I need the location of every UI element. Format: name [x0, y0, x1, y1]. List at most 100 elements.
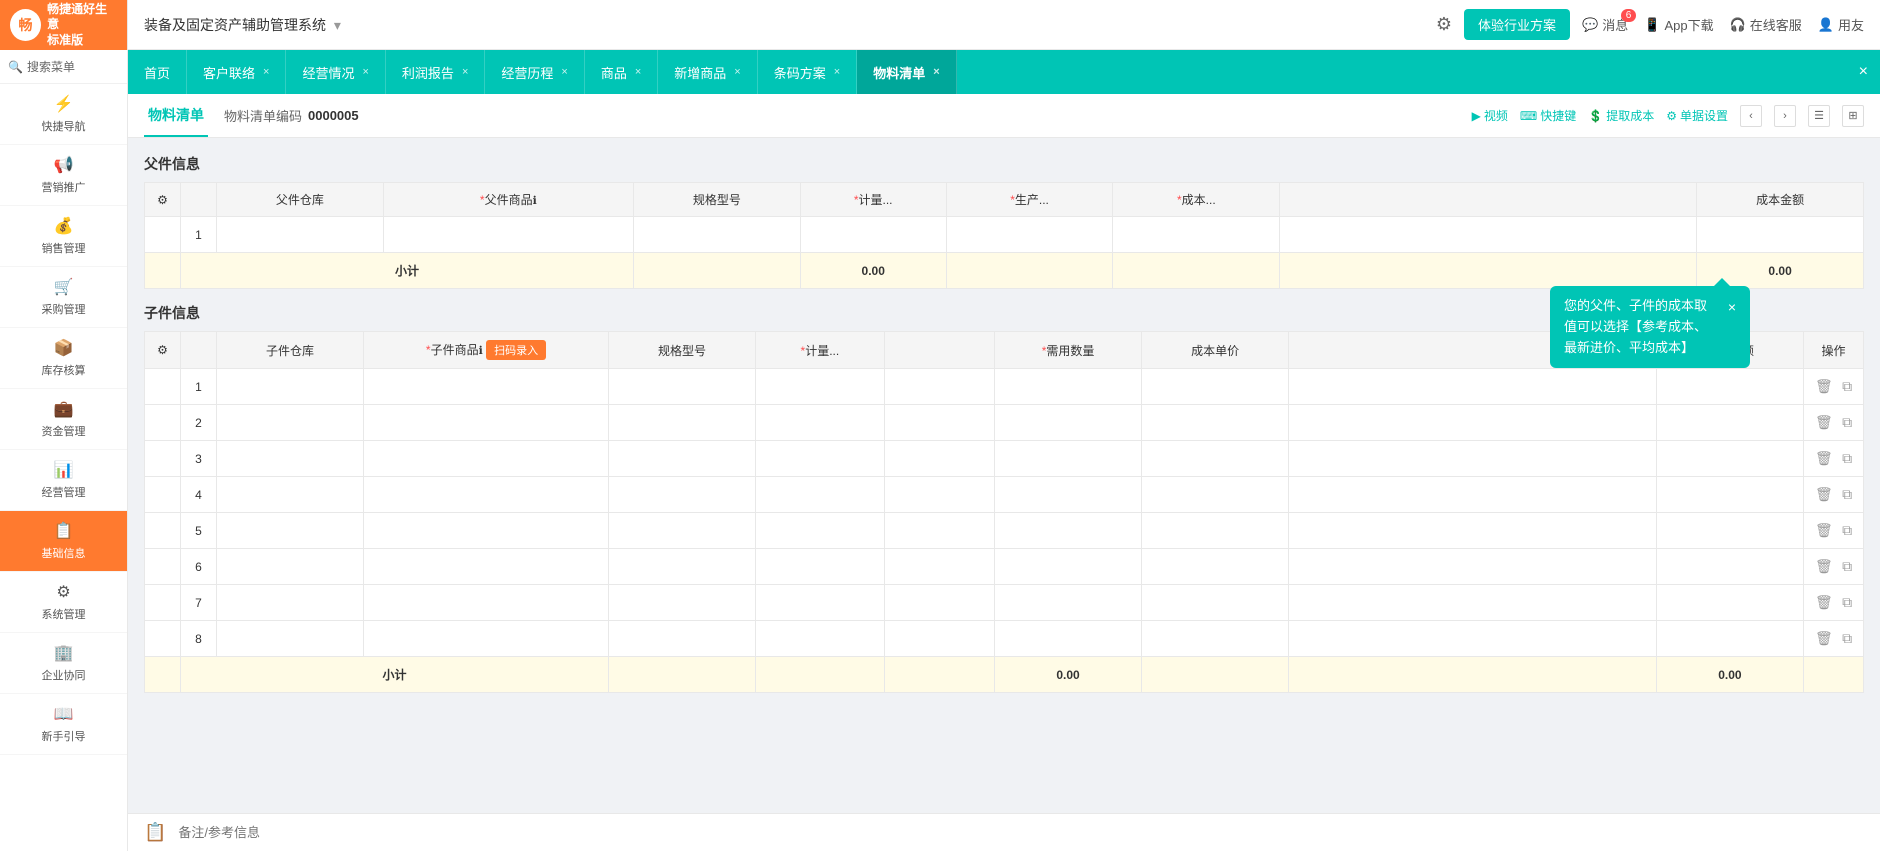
note-input[interactable] — [178, 825, 1864, 840]
copy-row-button[interactable]: ⧉ — [1839, 592, 1855, 613]
child-info-table: ⚙ 子件仓库 *子件商品ℹ 扫码录入 规格型号 *计量... *需用数量 成本单… — [144, 331, 1864, 693]
child-row-spec[interactable] — [608, 369, 755, 405]
parent-row-unit[interactable] — [800, 217, 946, 253]
copy-row-button[interactable]: ⧉ — [1839, 484, 1855, 505]
tab-close-icon[interactable]: × — [362, 66, 368, 78]
tab-goods[interactable]: 商品× — [585, 50, 658, 94]
settings-gear-icon[interactable]: ⚙ — [1436, 14, 1452, 35]
sidebar-item-label: 企业协同 — [42, 667, 86, 683]
enterprise-icon: 🏢 — [54, 643, 74, 663]
trial-button[interactable]: 体验行业方案 — [1464, 9, 1570, 40]
sidebar-item-inventory[interactable]: 📦 库存核算 — [0, 328, 127, 389]
tab-add-goods[interactable]: 新增商品× — [658, 50, 757, 94]
sidebar-item-label: 系统管理 — [42, 606, 86, 622]
user-avatar-icon: 👤 — [1818, 17, 1834, 33]
parent-row-spec[interactable] — [633, 217, 800, 253]
tab-barcode[interactable]: 条码方案× — [758, 50, 857, 94]
tab-close-icon[interactable]: × — [933, 66, 939, 78]
sub-tab-bom-list[interactable]: 物料清单 — [144, 94, 208, 137]
delete-row-button[interactable]: 🗑 — [1812, 556, 1836, 577]
parent-col-settings[interactable]: ⚙ — [145, 183, 181, 217]
child-row-filler1 — [884, 369, 994, 405]
sidebar-item-guide[interactable]: 📖 新手引导 — [0, 694, 127, 755]
parent-row-amount — [1697, 217, 1864, 253]
child-row: 3 🗑 ⧉ — [145, 441, 1864, 477]
child-row-warehouse[interactable] — [217, 369, 364, 405]
parent-row-production[interactable] — [946, 217, 1113, 253]
sidebar-item-basic-info[interactable]: 📋 基础信息 — [0, 511, 127, 572]
tab-business-history[interactable]: 经营历程× — [485, 50, 584, 94]
copy-row-button[interactable]: ⧉ — [1839, 376, 1855, 397]
basic-info-icon: 📋 — [54, 521, 74, 541]
app-download-button[interactable]: 📱 App下载 — [1644, 15, 1713, 34]
parent-row-product[interactable] — [383, 217, 633, 253]
user-menu-button[interactable]: 👤 用友 — [1818, 15, 1864, 34]
document-settings-button[interactable]: ⚙ 单据设置 — [1666, 107, 1728, 124]
close-all-tabs-button[interactable]: × — [1847, 63, 1880, 81]
child-row: 4 🗑 ⧉ — [145, 477, 1864, 513]
copy-row-button[interactable]: ⧉ — [1839, 448, 1855, 469]
delete-row-button[interactable]: 🗑 — [1812, 592, 1836, 613]
parent-col-cost: *成本... — [1113, 183, 1280, 217]
sidebar-item-marketing[interactable]: 📢 营销推广 — [0, 145, 127, 206]
tab-close-icon[interactable]: × — [462, 66, 468, 78]
tab-bom[interactable]: 物料清单× — [857, 50, 956, 94]
copy-row-button[interactable]: ⧉ — [1839, 556, 1855, 577]
cost-icon: 💲 — [1588, 109, 1603, 123]
copy-row-button[interactable]: ⧉ — [1839, 628, 1855, 649]
message-button[interactable]: 💬 消息 6 — [1582, 15, 1628, 34]
delete-row-button[interactable]: 🗑 — [1812, 520, 1836, 541]
sidebar-item-purchase[interactable]: 🛒 采购管理 — [0, 267, 127, 328]
expand-button[interactable]: ⊞ — [1842, 105, 1864, 127]
child-row-price[interactable] — [1142, 369, 1289, 405]
tab-close-icon[interactable]: × — [635, 66, 641, 78]
delete-row-button[interactable]: 🗑 — [1812, 412, 1836, 433]
next-page-button[interactable]: › — [1774, 105, 1796, 127]
scan-input-button[interactable]: 扫码录入 — [486, 340, 546, 360]
child-row: 1 🗑 ⧉ — [145, 369, 1864, 405]
copy-row-button[interactable]: ⧉ — [1839, 520, 1855, 541]
search-menu[interactable]: 🔍 搜索菜单 — [0, 50, 127, 84]
sidebar-item-quick-nav[interactable]: ⚡ 快捷导航 — [0, 84, 127, 145]
child-row-product[interactable] — [364, 369, 609, 405]
sidebar-item-system[interactable]: ⚙ 系统管理 — [0, 572, 127, 633]
sub-header-actions: ▶ 视频 ⌨ 快捷键 💲 提取成本 ⚙ 单据设置 ‹ › ☰ ⊞ — [1472, 105, 1864, 127]
sidebar-item-enterprise[interactable]: 🏢 企业协同 — [0, 633, 127, 694]
view-video-button[interactable]: ▶ 视频 — [1472, 107, 1508, 124]
tab-close-icon[interactable]: × — [834, 66, 840, 78]
prev-page-button[interactable]: ‹ — [1740, 105, 1762, 127]
sidebar-item-finance[interactable]: 💼 资金管理 — [0, 389, 127, 450]
tab-customer[interactable]: 客户联络× — [187, 50, 286, 94]
copy-row-button[interactable]: ⧉ — [1839, 412, 1855, 433]
child-row-unit[interactable] — [756, 369, 885, 405]
tab-home[interactable]: 首页 — [128, 50, 187, 94]
bom-code-value: 0000005 — [308, 108, 359, 123]
online-service-button[interactable]: 🎧 在线客服 — [1730, 15, 1802, 34]
delete-row-button[interactable]: 🗑 — [1812, 376, 1836, 397]
app-icon: 📱 — [1644, 17, 1660, 33]
child-row-qty[interactable] — [995, 369, 1142, 405]
sidebar-item-sales[interactable]: 💰 销售管理 — [0, 206, 127, 267]
extract-cost-button[interactable]: 💲 提取成本 — [1588, 107, 1654, 124]
parent-row-cost[interactable] — [1113, 217, 1280, 253]
list-view-button[interactable]: ☰ — [1808, 105, 1830, 127]
delete-row-button[interactable]: 🗑 — [1812, 448, 1836, 469]
parent-row-warehouse[interactable] — [217, 217, 384, 253]
note-icon: 📋 — [144, 822, 166, 843]
dropdown-arrow-icon[interactable]: ▾ — [334, 17, 341, 33]
delete-row-button[interactable]: 🗑 — [1812, 628, 1836, 649]
sidebar-item-label: 经营管理 — [42, 484, 86, 500]
tab-close-icon[interactable]: × — [734, 66, 740, 78]
tab-close-icon[interactable]: × — [561, 66, 567, 78]
parent-subtotal-row: 小计 0.00 0.00 — [145, 253, 1864, 289]
tab-profit-report[interactable]: 利润报告× — [386, 50, 485, 94]
shortcut-button[interactable]: ⌨ 快捷键 — [1520, 107, 1576, 124]
quick-nav-icon: ⚡ — [54, 94, 74, 114]
child-col-settings[interactable]: ⚙ — [145, 332, 181, 369]
tab-close-icon[interactable]: × — [263, 66, 269, 78]
parent-subtotal-empty1 — [633, 253, 800, 289]
delete-row-button[interactable]: 🗑 — [1812, 484, 1836, 505]
sidebar-item-operations[interactable]: 📊 经营管理 — [0, 450, 127, 511]
tab-operations-status[interactable]: 经营情况× — [286, 50, 385, 94]
tooltip-close-button[interactable]: × — [1728, 296, 1736, 318]
